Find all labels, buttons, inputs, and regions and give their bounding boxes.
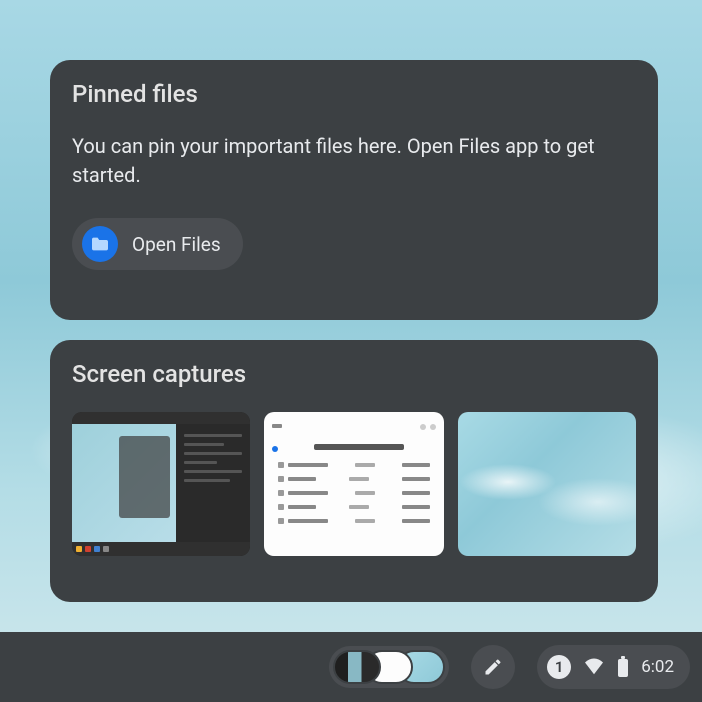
pen-icon [483,657,503,677]
screen-captures-panel: Screen captures [50,340,658,602]
pinned-files-panel: Pinned files You can pin your important … [50,60,658,320]
screenshot-thumbnail[interactable] [264,412,443,556]
folder-icon [82,226,118,262]
clock: 6:02 [641,657,674,677]
shelf: 1 6:02 [0,632,702,702]
notification-count-badge: 1 [547,655,571,679]
pinned-files-description: You can pin your important files here. O… [72,132,636,190]
open-files-button[interactable]: Open Files [72,218,243,270]
screenshot-thumbnail[interactable] [458,412,636,556]
screen-captures-title: Screen captures [72,360,636,388]
captures-row [72,412,636,556]
tote-thumbnail [333,650,381,684]
status-tray[interactable]: 1 6:02 [537,645,690,689]
stylus-tools-button[interactable] [471,645,515,689]
open-files-label: Open Files [132,233,221,256]
pinned-files-title: Pinned files [72,80,636,108]
wifi-icon [583,658,605,676]
holding-space-tray[interactable] [329,646,449,688]
screenshot-thumbnail[interactable] [72,412,250,556]
battery-icon [617,656,629,678]
